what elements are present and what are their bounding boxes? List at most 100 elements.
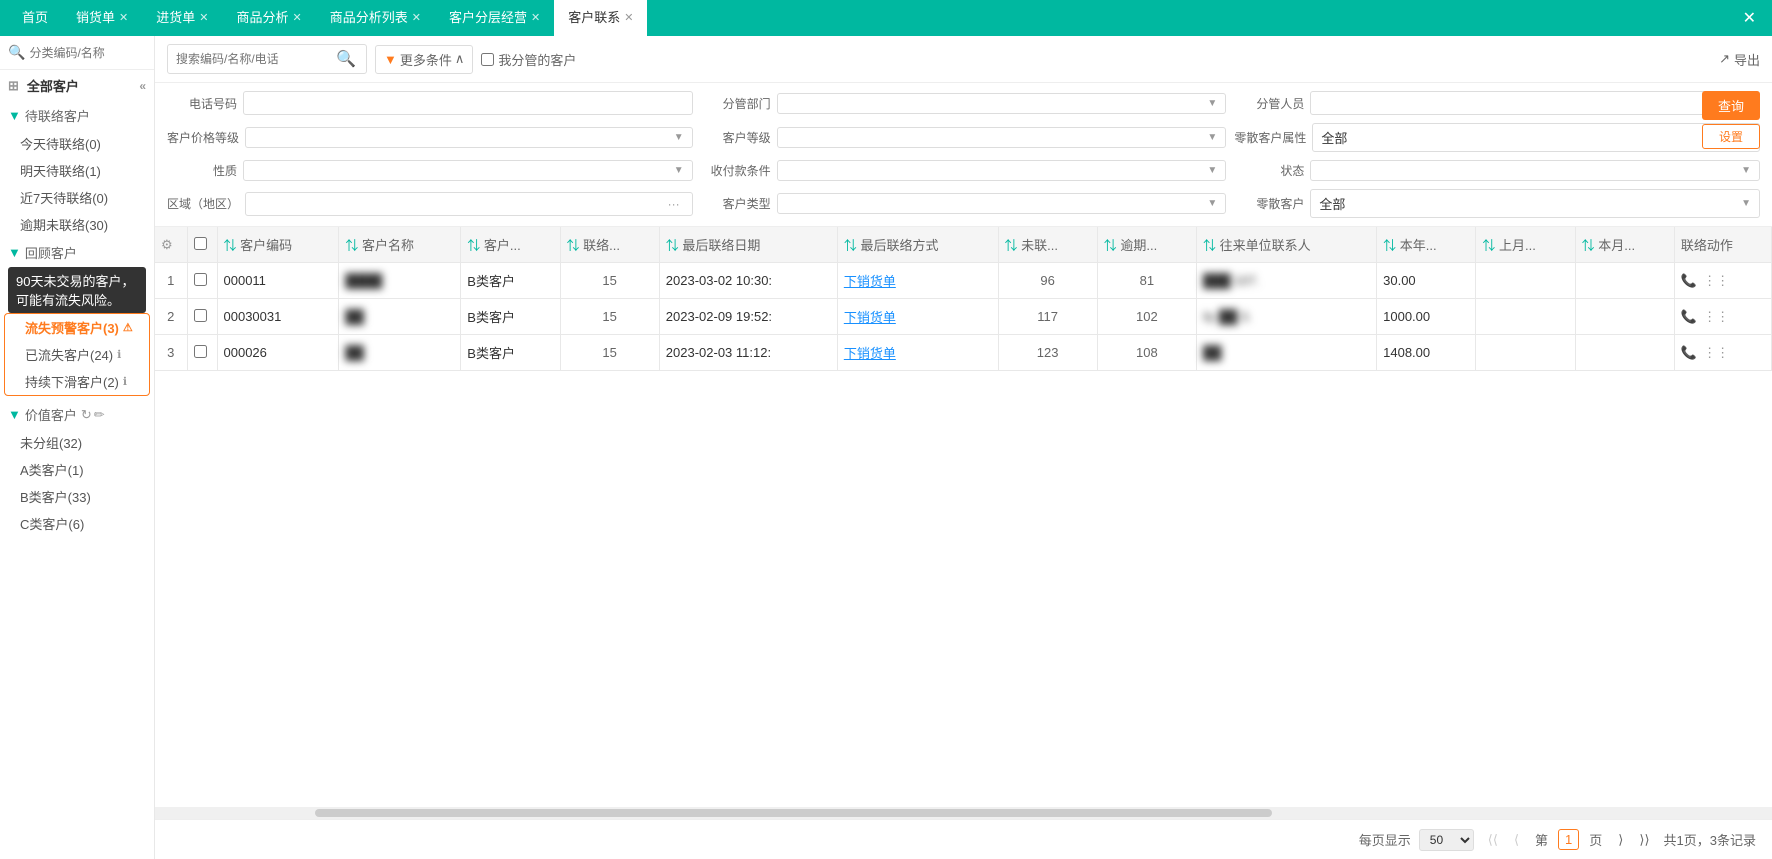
- horizontal-scrollbar[interactable]: [155, 807, 1772, 819]
- action-phone-icon[interactable]: 📞: [1681, 309, 1697, 325]
- price-level-select[interactable]: ▼: [245, 127, 693, 148]
- nav-sales-order[interactable]: 销货单 ✕: [62, 0, 142, 36]
- sidebar-unclassified[interactable]: 未分组(32): [0, 429, 154, 456]
- action-phone-icon[interactable]: 📞: [1681, 345, 1697, 361]
- prev-page-button[interactable]: ⟨: [1508, 830, 1525, 850]
- scrollbar-thumb[interactable]: [315, 809, 1272, 817]
- row-last-contact-date: 2023-03-02 10:30:: [659, 263, 837, 299]
- action-menu-icon[interactable]: ⋮⋮: [1703, 309, 1729, 325]
- th-type: ⇅ 客户...: [461, 227, 560, 263]
- row-code: 00030031: [217, 299, 339, 335]
- customer-level-select[interactable]: ▼: [777, 127, 1227, 148]
- nav-product-analysis[interactable]: 商品分析 ✕: [222, 0, 315, 36]
- contact-method-link[interactable]: 下销货单: [844, 346, 896, 361]
- sidebar: 🔍 ⊞ 全部客户 « ▼ 待联络客户 今天待联络(0) 明天待联络(1) 近7天…: [0, 36, 155, 859]
- row-checkbox[interactable]: [194, 309, 207, 322]
- status-select[interactable]: ▼: [1310, 160, 1760, 181]
- sort-date-icon[interactable]: ⇅: [666, 238, 679, 253]
- close-sales-order-icon[interactable]: ✕: [119, 0, 128, 36]
- sidebar-churn-warning[interactable]: 流失预警客户(3) ⚠: [5, 314, 149, 341]
- phone-input[interactable]: [243, 91, 693, 115]
- first-page-button[interactable]: ⟨⟨: [1482, 830, 1504, 850]
- sidebar-7day-contact[interactable]: 近7天待联络(0): [0, 184, 154, 211]
- nav-customer-tier[interactable]: 客户分层经营 ✕: [435, 0, 554, 36]
- select-all-checkbox[interactable]: [194, 237, 207, 250]
- payment-select[interactable]: ▼: [777, 160, 1227, 181]
- sidebar-a-customers[interactable]: A类客户(1): [0, 456, 154, 483]
- contact-method-link[interactable]: 下销货单: [844, 274, 896, 289]
- row-name: ██: [339, 299, 461, 335]
- gear-icon[interactable]: ⚙: [161, 237, 173, 252]
- sidebar-overdue-contact[interactable]: 逾期未联络(30): [0, 211, 154, 238]
- sort-code-icon[interactable]: ⇅: [224, 238, 237, 253]
- query-button[interactable]: 查询: [1702, 91, 1760, 120]
- th-not-contacted: ⇅ 未联...: [998, 227, 1097, 263]
- value-customers-section[interactable]: ▼ 价值客户 ↻ ✏: [0, 400, 154, 429]
- nav-purchase-order[interactable]: 进货单 ✕: [142, 0, 222, 36]
- close-purchase-order-icon[interactable]: ✕: [199, 0, 208, 36]
- last-page-button[interactable]: ⟩⟩: [1633, 830, 1655, 850]
- region-dots-btn[interactable]: ···: [664, 197, 684, 211]
- sidebar-search-input[interactable]: [29, 46, 155, 60]
- th-overdue: ⇅ 逾期...: [1097, 227, 1196, 263]
- search-input[interactable]: [176, 52, 336, 66]
- th-contact: ⇅ 联络...: [560, 227, 659, 263]
- nav-product-analysis-list[interactable]: 商品分析列表 ✕: [316, 0, 435, 36]
- sidebar-tomorrow-contact[interactable]: 明天待联络(1): [0, 157, 154, 184]
- action-menu-icon[interactable]: ⋮⋮: [1703, 273, 1729, 289]
- settings-button[interactable]: 设置: [1702, 124, 1760, 149]
- contact-method-link[interactable]: 下销货单: [844, 310, 896, 325]
- more-filter-button[interactable]: ▼ 更多条件 ∧: [375, 45, 473, 74]
- sort-unit-contact-icon[interactable]: ⇅: [1203, 238, 1216, 253]
- edit-icon[interactable]: ✏: [94, 407, 105, 423]
- action-menu-icon[interactable]: ⋮⋮: [1703, 345, 1729, 361]
- close-customer-contact-icon[interactable]: ✕: [624, 0, 633, 36]
- action-phone-icon[interactable]: 📞: [1681, 273, 1697, 289]
- risk-section-header[interactable]: ▼ 回顾客户: [0, 238, 154, 267]
- sort-this-month-icon[interactable]: ⇅: [1582, 238, 1595, 253]
- nav-home[interactable]: 首页: [8, 0, 62, 36]
- my-customers-checkbox[interactable]: [481, 53, 494, 66]
- sidebar-declining[interactable]: 持续下滑客户(2) ℹ: [5, 368, 149, 395]
- row-checkbox[interactable]: [194, 273, 207, 286]
- dept-select[interactable]: ▼: [777, 93, 1227, 114]
- per-page-select[interactable]: 50 100 200: [1419, 829, 1474, 851]
- sort-this-year-icon[interactable]: ⇅: [1383, 238, 1396, 253]
- pending-contact-section[interactable]: ▼ 待联络客户: [0, 101, 154, 130]
- sort-contact-icon[interactable]: ⇅: [567, 238, 580, 253]
- filter-region-row: 区域（地区） ···: [167, 189, 693, 218]
- current-page-display: 1: [1558, 829, 1579, 850]
- close-product-analysis-list-icon[interactable]: ✕: [412, 0, 421, 36]
- region-select[interactable]: ···: [245, 192, 693, 216]
- sidebar-b-customers[interactable]: B类客户(33): [0, 483, 154, 510]
- row-action: 📞 ⋮⋮: [1674, 299, 1771, 335]
- my-customers-checkbox-label[interactable]: 我分管的客户: [481, 50, 576, 69]
- sort-method-icon[interactable]: ⇅: [844, 238, 857, 253]
- row-contact: 15: [560, 263, 659, 299]
- manager-select[interactable]: ···: [1310, 91, 1760, 115]
- zero-attr-select[interactable]: 全部 ▼: [1312, 123, 1760, 152]
- nav-customer-contact[interactable]: 客户联系 ✕: [554, 0, 647, 36]
- sidebar-c-customers[interactable]: C类客户(6): [0, 510, 154, 537]
- sidebar-churned[interactable]: 已流失客户(24) ℹ: [5, 341, 149, 368]
- next-page-button[interactable]: ⟩: [1612, 830, 1629, 850]
- sidebar-today-contact[interactable]: 今天待联络(0): [0, 130, 154, 157]
- close-customer-tier-icon[interactable]: ✕: [531, 0, 540, 36]
- row-checkbox[interactable]: [194, 345, 207, 358]
- search-button[interactable]: 🔍: [336, 49, 356, 69]
- customer-type-select[interactable]: ▼: [777, 193, 1227, 214]
- sort-last-month-icon[interactable]: ⇅: [1482, 238, 1495, 253]
- export-button[interactable]: ↗ 导出: [1719, 50, 1760, 69]
- refresh-icon[interactable]: ↻: [81, 407, 92, 423]
- sort-not-contacted-icon[interactable]: ⇅: [1005, 238, 1018, 253]
- collapse-icon[interactable]: «: [139, 79, 146, 93]
- sort-overdue-icon[interactable]: ⇅: [1104, 238, 1117, 253]
- dept-label: 分管部门: [701, 95, 771, 112]
- all-customers-header[interactable]: ⊞ 全部客户 «: [0, 70, 154, 101]
- window-close-button[interactable]: ✕: [1735, 8, 1764, 28]
- sort-type-icon[interactable]: ⇅: [467, 238, 480, 253]
- zero-customer-select[interactable]: 全部 ▼: [1310, 189, 1760, 218]
- sort-name-icon[interactable]: ⇅: [345, 238, 358, 253]
- nature-select[interactable]: ▼: [243, 160, 693, 181]
- close-product-analysis-icon[interactable]: ✕: [293, 0, 302, 36]
